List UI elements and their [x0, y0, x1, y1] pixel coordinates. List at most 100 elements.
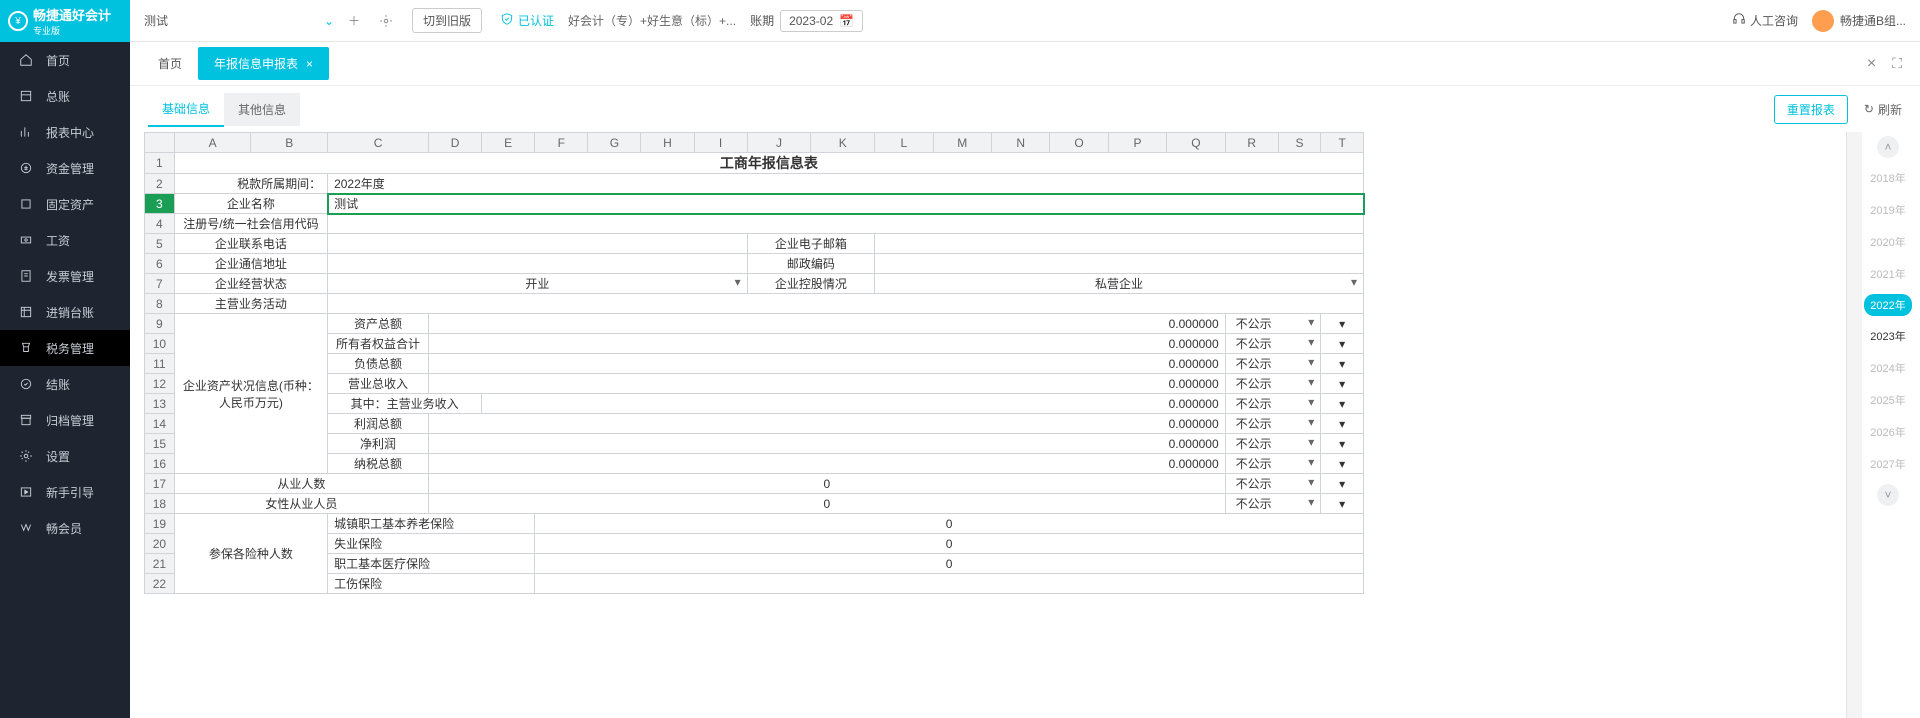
row-18[interactable]: 18	[145, 494, 175, 514]
row-13[interactable]: 13	[145, 394, 175, 414]
year-2022[interactable]: 2022年	[1864, 294, 1911, 316]
nav-reports[interactable]: 报表中心	[0, 114, 130, 150]
row-7[interactable]: 7	[145, 274, 175, 294]
nav-guide[interactable]: 新手引导	[0, 474, 130, 510]
subtab-other[interactable]: 其他信息	[224, 93, 300, 126]
row-15[interactable]: 15	[145, 434, 175, 454]
nav-vip[interactable]: 畅会员	[0, 510, 130, 546]
col-E[interactable]: E	[482, 133, 535, 153]
switch-old-button[interactable]: 切到旧版	[412, 8, 482, 33]
tab-home[interactable]: 首页	[142, 47, 198, 80]
row-22[interactable]: 22	[145, 574, 175, 594]
col-H[interactable]: H	[641, 133, 694, 153]
year-2018[interactable]: 2018年	[1870, 166, 1905, 190]
year-2019[interactable]: 2019年	[1870, 198, 1905, 222]
row-11[interactable]: 11	[145, 354, 175, 374]
psi-icon	[18, 304, 34, 320]
subtab-basic[interactable]: 基础信息	[148, 92, 224, 127]
main-biz-cell[interactable]	[328, 294, 1364, 314]
nav-ledger[interactable]: 总账	[0, 78, 130, 114]
close-icon[interactable]: ×	[306, 57, 313, 71]
corner-cell[interactable]	[145, 133, 175, 153]
row-19[interactable]: 19	[145, 514, 175, 534]
row-5[interactable]: 5	[145, 234, 175, 254]
nav-settings[interactable]: 设置	[0, 438, 130, 474]
row-4[interactable]: 4	[145, 214, 175, 234]
holding-select[interactable]: 私营企业	[875, 274, 1364, 294]
reset-report-button[interactable]: 重置报表	[1774, 95, 1848, 124]
year-up-button[interactable]: ˄	[1877, 136, 1899, 158]
row-16[interactable]: 16	[145, 454, 175, 474]
year-2025[interactable]: 2025年	[1870, 388, 1905, 412]
zip-cell[interactable]	[875, 254, 1364, 274]
col-R[interactable]: R	[1225, 133, 1278, 153]
company-settings-button[interactable]	[374, 9, 398, 33]
col-Q[interactable]: Q	[1167, 133, 1225, 153]
address-cell[interactable]	[328, 254, 748, 274]
col-C[interactable]: C	[328, 133, 429, 153]
nav-salary[interactable]: 工资	[0, 222, 130, 258]
year-down-button[interactable]: ˅	[1877, 484, 1899, 506]
col-B[interactable]: B	[251, 133, 328, 153]
total-assets-cell[interactable]: 0.000000	[429, 314, 1226, 334]
spreadsheet[interactable]: A B C D E F G H I J K L M N O	[144, 132, 1846, 718]
year-2021[interactable]: 2021年	[1870, 262, 1905, 286]
row-21[interactable]: 21	[145, 554, 175, 574]
nav-funds[interactable]: 资金管理	[0, 150, 130, 186]
status-select[interactable]: 开业	[328, 274, 748, 294]
col-T[interactable]: T	[1321, 133, 1364, 153]
row-14[interactable]: 14	[145, 414, 175, 434]
fullscreen-button[interactable]: ⛶	[1886, 51, 1908, 76]
row-20[interactable]: 20	[145, 534, 175, 554]
company-select[interactable]: 测试 ⌄	[144, 8, 334, 34]
nav-archive[interactable]: 归档管理	[0, 402, 130, 438]
refresh-button[interactable]: ↻刷新	[1864, 101, 1902, 118]
vertical-scrollbar[interactable]	[1846, 132, 1862, 718]
col-J[interactable]: J	[747, 133, 811, 153]
col-G[interactable]: G	[588, 133, 641, 153]
row-8[interactable]: 8	[145, 294, 175, 314]
col-K[interactable]: K	[811, 133, 875, 153]
row-6[interactable]: 6	[145, 254, 175, 274]
year-2027[interactable]: 2027年	[1870, 452, 1905, 476]
email-cell[interactable]	[875, 234, 1364, 254]
add-company-button[interactable]: ＋	[342, 9, 366, 33]
company-name-cell[interactable]: 测试	[328, 194, 1364, 214]
row-17[interactable]: 17	[145, 474, 175, 494]
tab-annual-report[interactable]: 年报信息申报表×	[198, 47, 329, 80]
col-I[interactable]: I	[694, 133, 747, 153]
year-2024[interactable]: 2024年	[1870, 356, 1905, 380]
col-M[interactable]: M	[933, 133, 991, 153]
publish-select[interactable]: 不公示	[1225, 314, 1321, 334]
row-12[interactable]: 12	[145, 374, 175, 394]
year-2026[interactable]: 2026年	[1870, 420, 1905, 444]
col-S[interactable]: S	[1278, 133, 1320, 153]
row-1[interactable]: 1	[145, 153, 175, 174]
nav-home[interactable]: 首页	[0, 42, 130, 78]
close-all-tabs-button[interactable]: ×	[1857, 51, 1886, 77]
col-D[interactable]: D	[429, 133, 482, 153]
support-button[interactable]: 人工咨询	[1732, 12, 1798, 29]
year-2023[interactable]: 2023年	[1870, 324, 1905, 348]
col-N[interactable]: N	[991, 133, 1049, 153]
period-select[interactable]: 2023-02📅	[780, 10, 863, 32]
nav-invoice[interactable]: 发票管理	[0, 258, 130, 294]
col-A[interactable]: A	[174, 133, 251, 153]
nav-psi[interactable]: 进销台账	[0, 294, 130, 330]
col-P[interactable]: P	[1108, 133, 1166, 153]
col-L[interactable]: L	[875, 133, 933, 153]
period-value-cell[interactable]: 2022年度	[328, 174, 1364, 194]
row-2[interactable]: 2	[145, 174, 175, 194]
nav-close[interactable]: 结账	[0, 366, 130, 402]
nav-assets[interactable]: 固定资产	[0, 186, 130, 222]
row-3[interactable]: 3	[145, 194, 175, 214]
reg-no-cell[interactable]	[328, 214, 1364, 234]
year-2020[interactable]: 2020年	[1870, 230, 1905, 254]
avatar[interactable]	[1812, 10, 1834, 32]
col-F[interactable]: F	[535, 133, 588, 153]
phone-cell[interactable]	[328, 234, 748, 254]
nav-tax[interactable]: 税务管理	[0, 330, 130, 366]
row-10[interactable]: 10	[145, 334, 175, 354]
col-O[interactable]: O	[1050, 133, 1108, 153]
row-9[interactable]: 9	[145, 314, 175, 334]
